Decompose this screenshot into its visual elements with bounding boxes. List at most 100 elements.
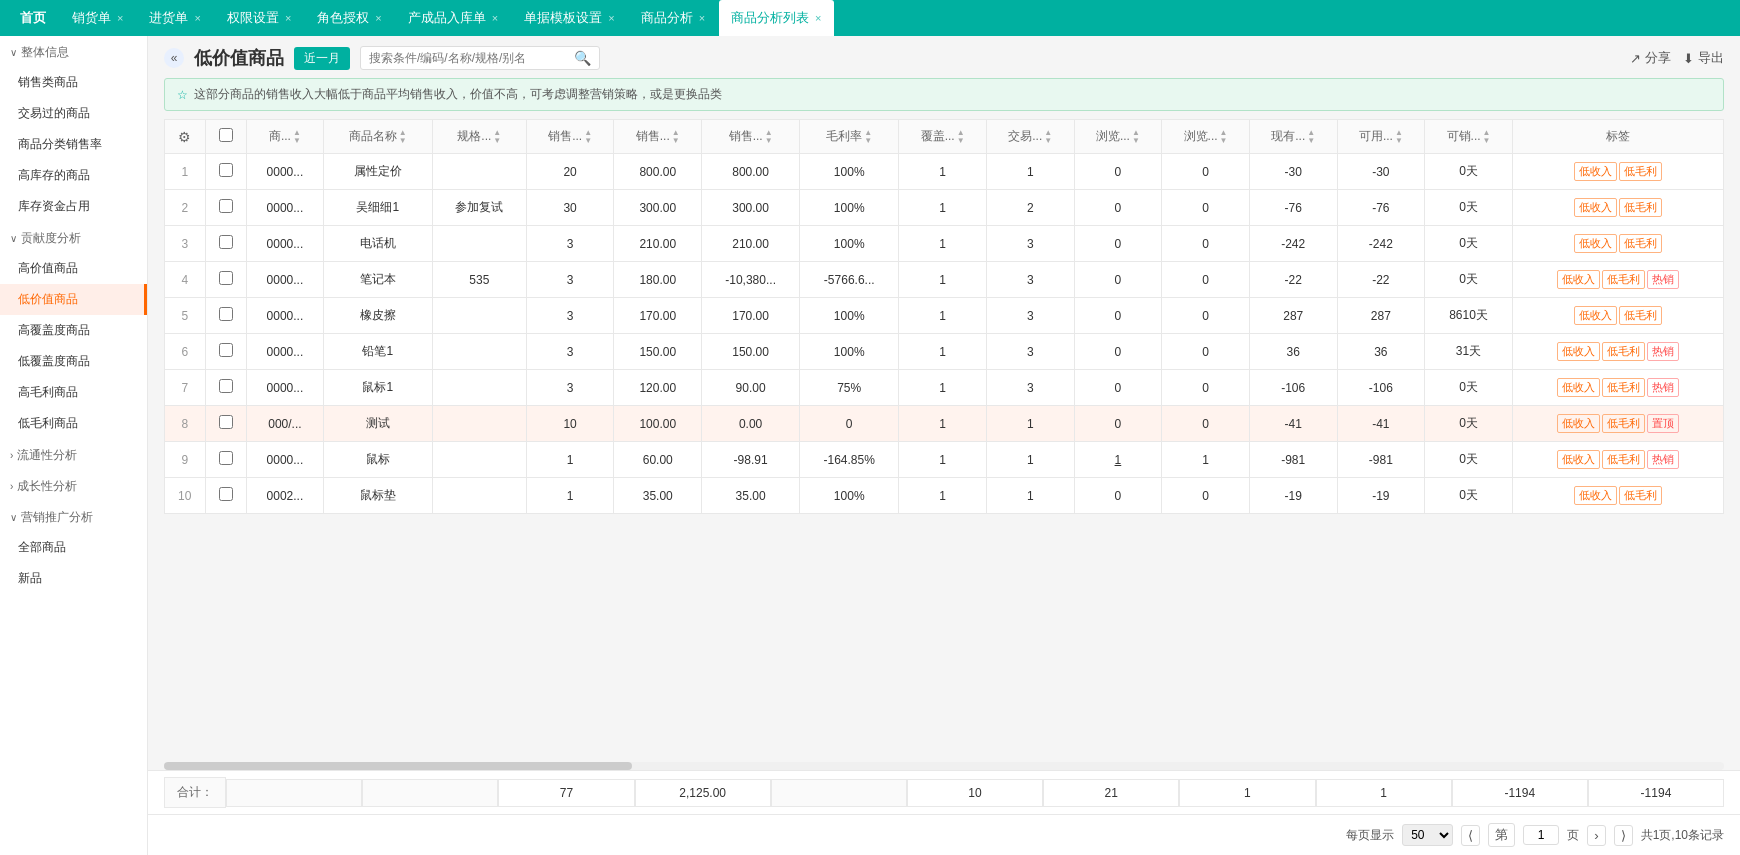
row-days: 0天 [1425,406,1513,442]
row-checkbox[interactable] [205,262,247,298]
sidebar-collapse-btn[interactable]: « [164,48,184,68]
tag: 低收入 [1557,342,1600,361]
nav-permissions-close[interactable]: × [285,12,291,24]
row-checkbox[interactable] [205,226,247,262]
nav-product-warehouse[interactable]: 产成品入库单× [396,0,510,36]
nav-role[interactable]: 角色授权× [305,0,393,36]
nav-template-close[interactable]: × [608,12,614,24]
sidebar-item-low-value[interactable]: 低价值商品 [0,284,147,315]
row-spec [432,334,526,370]
search-input[interactable] [369,51,574,65]
row-cover: 3 [986,334,1074,370]
row-stock1: -22 [1249,262,1337,298]
col-coverage[interactable]: 覆盖...▲▼ [899,120,987,154]
sidebar-item-category-rate[interactable]: 商品分类销售率 [0,129,147,160]
row-checkbox[interactable] [205,190,247,226]
nav-template[interactable]: 单据模板设置× [512,0,626,36]
nav-goods-list-close[interactable]: × [815,12,821,24]
row-browse1: 0 [1074,406,1162,442]
export-btn[interactable]: ⬇ 导出 [1683,49,1724,67]
sidebar-group-overall[interactable]: ∨整体信息 [0,36,147,67]
row-tags: 低收入低毛利热销 [1512,262,1723,298]
row-days: 0天 [1425,442,1513,478]
date-filter-btn[interactable]: 近一月 [294,47,350,70]
sidebar-item-low-coverage[interactable]: 低覆盖度商品 [0,346,147,377]
row-qty: 3 [526,370,614,406]
col-trade[interactable]: 交易...▲▼ [986,120,1074,154]
col-sale-profit[interactable]: 销售...▲▼ [702,120,800,154]
sidebar-group-marketing[interactable]: ∨营销推广分析 [0,501,147,532]
share-btn[interactable]: ↗ 分享 [1630,49,1671,67]
sidebar-group-growth[interactable]: ›成长性分析 [0,470,147,501]
page-size-select[interactable]: 50 100 200 [1402,824,1453,846]
sidebar-group-flow[interactable]: ›流通性分析 [0,439,147,470]
nav-product-warehouse-close[interactable]: × [492,12,498,24]
row-checkbox[interactable] [205,406,247,442]
prev-page-btn[interactable]: 第 [1488,823,1515,847]
sidebar: ∨整体信息 销售类商品 交易过的商品 商品分类销售率 高库存的商品 库存资金占用… [0,36,148,855]
row-sale1: 300.00 [614,190,702,226]
nav-goods-analysis[interactable]: 商品分析× [629,0,717,36]
row-checkbox[interactable] [205,442,247,478]
col-browse2[interactable]: 浏览...▲▼ [1162,120,1250,154]
row-sale3: -164.85% [800,442,899,478]
row-browse1[interactable]: 1 [1074,442,1162,478]
sidebar-item-new-goods[interactable]: 新品 [0,563,147,594]
sidebar-item-high-coverage[interactable]: 高覆盖度商品 [0,315,147,346]
row-sale1: 170.00 [614,298,702,334]
next-page-btn[interactable]: › [1587,825,1605,846]
col-sale-qty[interactable]: 销售...▲▼ [526,120,614,154]
col-gross[interactable]: 毛利率▲▼ [800,120,899,154]
nav-sales-close[interactable]: × [117,12,123,24]
nav-permissions[interactable]: 权限设置× [215,0,303,36]
row-checkbox[interactable] [205,298,247,334]
row-checkbox[interactable] [205,154,247,190]
col-browse1[interactable]: 浏览...▲▼ [1074,120,1162,154]
row-code: 0000... [247,154,324,190]
sidebar-item-traded-goods[interactable]: 交易过的商品 [0,98,147,129]
row-days: 0天 [1425,262,1513,298]
sidebar-group-contribution[interactable]: ∨贡献度分析 [0,222,147,253]
tag: 低收入 [1557,414,1600,433]
table-scrollbar[interactable] [164,762,1724,770]
sidebar-item-high-stock[interactable]: 高库存的商品 [0,160,147,191]
sidebar-item-low-margin[interactable]: 低毛利商品 [0,408,147,439]
nav-purchase[interactable]: 进货单× [137,0,212,36]
row-sale1: 35.00 [614,478,702,514]
col-stock-avail[interactable]: 可用...▲▼ [1337,120,1425,154]
sidebar-item-all-goods[interactable]: 全部商品 [0,532,147,563]
nav-purchase-close[interactable]: × [194,12,200,24]
col-sale-amount[interactable]: 销售...▲▼ [614,120,702,154]
sidebar-item-high-value[interactable]: 高价值商品 [0,253,147,284]
page-number-input[interactable] [1523,825,1559,845]
sidebar-item-sales-goods[interactable]: 销售类商品 [0,67,147,98]
col-code[interactable]: 商...▲▼ [247,120,324,154]
row-checkbox[interactable] [205,478,247,514]
col-spec[interactable]: 规格...▲▼ [432,120,526,154]
nav-goods-list[interactable]: 商品分析列表× [719,0,833,36]
nav-sales[interactable]: 销货单× [60,0,135,36]
row-stock2: 287 [1337,298,1425,334]
row-spec [432,226,526,262]
nav-role-close[interactable]: × [375,12,381,24]
first-page-btn[interactable]: ⟨ [1461,825,1480,846]
col-stock-sale[interactable]: 可销...▲▼ [1425,120,1513,154]
sidebar-item-high-margin[interactable]: 高毛利商品 [0,377,147,408]
nav-home[interactable]: 首页 [8,0,58,36]
tag: 低毛利 [1619,306,1662,325]
row-num: 1 [165,154,206,190]
last-page-btn[interactable]: ⟩ [1614,825,1633,846]
row-sale3: 100% [800,154,899,190]
sidebar-item-stock-fund[interactable]: 库存资金占用 [0,191,147,222]
row-sale2: 90.00 [702,370,800,406]
nav-goods-analysis-close[interactable]: × [699,12,705,24]
row-checkbox[interactable] [205,370,247,406]
col-gear[interactable]: ⚙ [165,120,206,154]
select-all-checkbox[interactable] [219,128,233,142]
row-spec [432,478,526,514]
row-checkbox[interactable] [205,334,247,370]
row-stock2: -19 [1337,478,1425,514]
col-name[interactable]: 商品名称▲▼ [323,120,432,154]
search-icon[interactable]: 🔍 [574,50,591,66]
col-stock-now[interactable]: 现有...▲▼ [1249,120,1337,154]
